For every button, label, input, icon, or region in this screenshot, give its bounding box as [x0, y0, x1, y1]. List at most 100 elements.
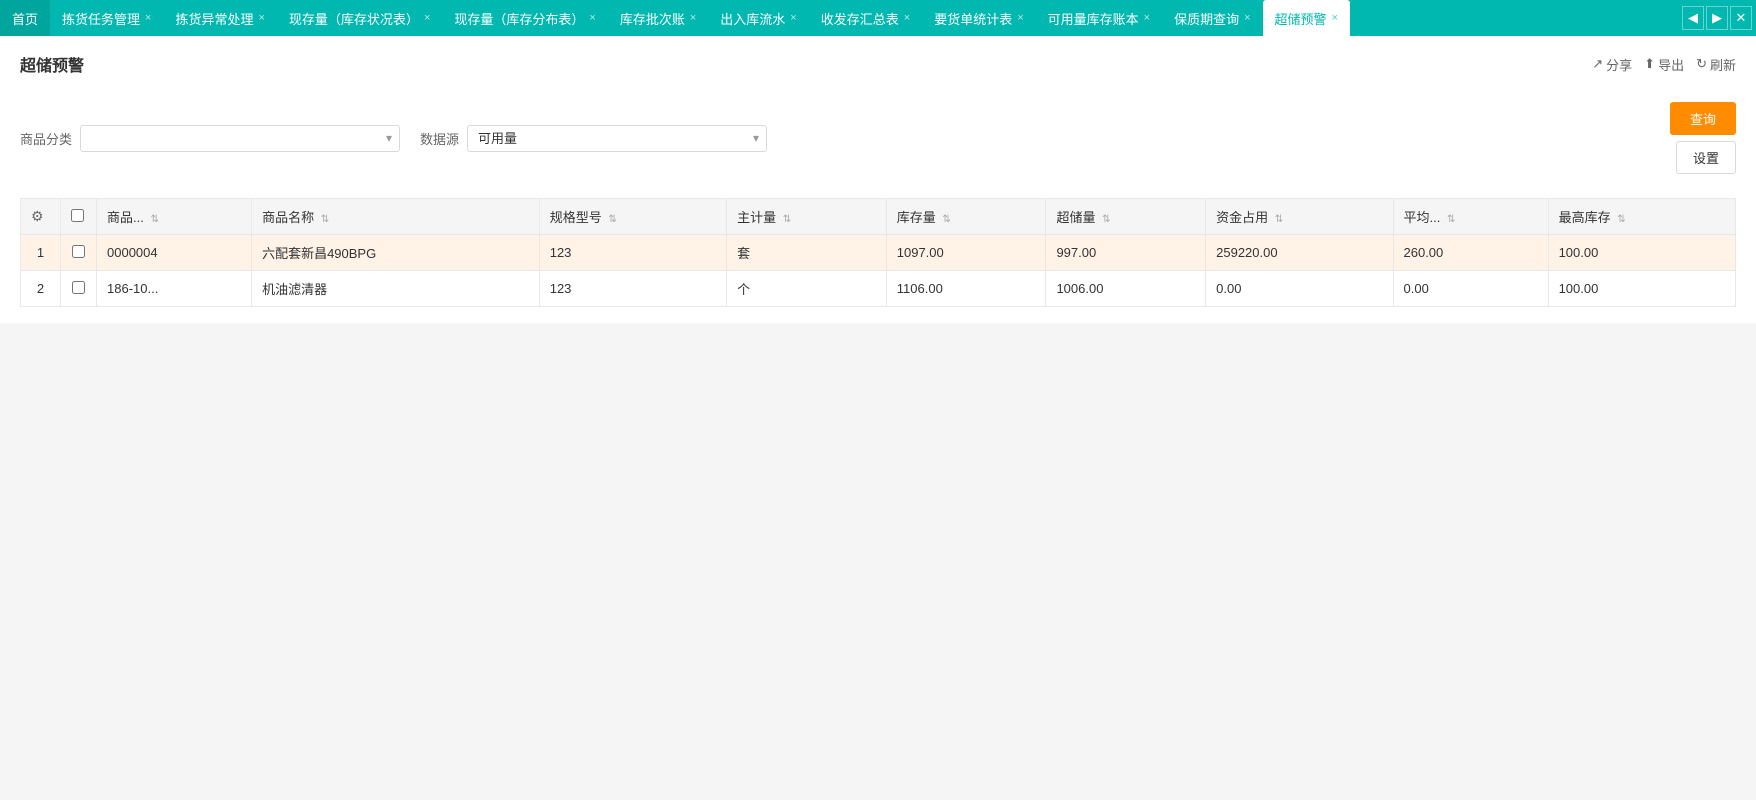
close-icon[interactable]: × — [1144, 12, 1150, 24]
row-max-inventory: 100.00 — [1548, 235, 1735, 271]
page-title: 超储预警 — [20, 52, 84, 76]
row-product-code: 0000004 — [97, 235, 252, 271]
category-filter: 商品分类 — [20, 125, 400, 152]
sort-icon: ⇅ — [942, 214, 950, 225]
row-unit: 套 — [727, 235, 887, 271]
row-product-code: 186-10... — [97, 271, 252, 307]
title-actions: ↗ 分享 ⬆ 导出 ↻ 刷新 — [1592, 55, 1736, 74]
row-checkbox[interactable] — [72, 245, 85, 258]
nav-item-overstock[interactable]: 超储预警 × — [1263, 0, 1350, 36]
th-product-code: 商品... ⇅ — [97, 199, 252, 235]
nav-item-available[interactable]: 可用量库存账本 × — [1036, 0, 1162, 36]
th-inventory: 库存量 ⇅ — [886, 199, 1046, 235]
sort-icon: ⇅ — [150, 214, 158, 225]
th-settings: ⚙ — [21, 199, 61, 235]
nav-item-inventory-status[interactable]: 现存量（库存状况表） × — [277, 0, 442, 36]
nav-item-batch[interactable]: 库存批次账 × — [608, 0, 708, 36]
close-icon[interactable]: × — [424, 12, 430, 24]
table-header: ⚙ 商品... ⇅ 商品名称 ⇅ 规格型号 ⇅ 主计量 — [21, 199, 1736, 235]
data-table: ⚙ 商品... ⇅ 商品名称 ⇅ 规格型号 ⇅ 主计量 — [20, 198, 1736, 307]
row-overstock: 1006.00 — [1046, 271, 1206, 307]
sort-icon: ⇅ — [321, 214, 329, 225]
share-button[interactable]: ↗ 分享 — [1592, 55, 1632, 74]
refresh-icon: ↻ — [1696, 56, 1707, 72]
row-capital: 0.00 — [1206, 271, 1393, 307]
row-settings-cell: 2 — [21, 271, 61, 307]
th-capital: 资金占用 ⇅ — [1206, 199, 1393, 235]
row-checkbox-cell — [61, 271, 97, 307]
nav-item-inventory-dist[interactable]: 现存量（库存分布表） × — [442, 0, 607, 36]
row-checkbox-cell — [61, 235, 97, 271]
nav-arrows: ◀ ▶ ✕ — [1682, 6, 1756, 30]
row-product-name: 六配套新昌490BPG — [252, 235, 540, 271]
share-icon: ↗ — [1592, 56, 1603, 72]
top-nav: 首页 拣货任务管理 × 拣货异常处理 × 现存量（库存状况表） × 现存量（库存… — [0, 0, 1756, 36]
refresh-button[interactable]: ↻ 刷新 — [1696, 55, 1736, 74]
sort-icon: ⇅ — [1447, 214, 1455, 225]
row-avg: 0.00 — [1393, 271, 1548, 307]
th-checkbox — [61, 199, 97, 235]
sort-icon: ⇅ — [1617, 214, 1625, 225]
close-icon[interactable]: × — [790, 12, 796, 24]
table-row: 1 0000004 六配套新昌490BPG 123 套 1097.00 997.… — [21, 235, 1736, 271]
th-overstock: 超储量 ⇅ — [1046, 199, 1206, 235]
close-icon[interactable]: × — [145, 12, 151, 24]
table-row: 2 186-10... 机油滤清器 123 个 1106.00 1006.00 … — [21, 271, 1736, 307]
row-spec: 123 — [539, 271, 726, 307]
th-avg: 平均... ⇅ — [1393, 199, 1548, 235]
th-max-inventory: 最高库存 ⇅ — [1548, 199, 1735, 235]
category-select[interactable] — [80, 125, 400, 152]
query-button[interactable]: 查询 — [1670, 102, 1736, 135]
row-overstock: 997.00 — [1046, 235, 1206, 271]
sort-icon: ⇅ — [783, 214, 791, 225]
row-capital: 259220.00 — [1206, 235, 1393, 271]
datasource-select-wrapper: 可用量 库存量 — [467, 125, 767, 152]
row-avg: 260.00 — [1393, 235, 1548, 271]
nav-item-task-mgmt[interactable]: 拣货任务管理 × — [50, 0, 163, 36]
row-inventory: 1097.00 — [886, 235, 1046, 271]
datasource-label: 数据源 — [420, 129, 459, 148]
nav-item-flow[interactable]: 出入库流水 × — [708, 0, 808, 36]
nav-item-home[interactable]: 首页 — [0, 0, 50, 36]
gear-icon[interactable]: ⚙ — [31, 208, 44, 224]
nav-prev-arrow[interactable]: ◀ — [1682, 6, 1704, 30]
th-product-name: 商品名称 ⇅ — [252, 199, 540, 235]
export-button[interactable]: ⬆ 导出 — [1644, 55, 1684, 74]
row-unit: 个 — [727, 271, 887, 307]
close-icon[interactable]: × — [1332, 12, 1338, 24]
table-body: 1 0000004 六配套新昌490BPG 123 套 1097.00 997.… — [21, 235, 1736, 307]
th-unit: 主计量 ⇅ — [727, 199, 887, 235]
sort-icon: ⇅ — [1275, 214, 1283, 225]
close-icon[interactable]: × — [1017, 12, 1023, 24]
nav-item-exception[interactable]: 拣货异常处理 × — [163, 0, 276, 36]
datasource-select[interactable]: 可用量 库存量 — [467, 125, 767, 152]
close-icon[interactable]: × — [589, 12, 595, 24]
th-spec: 规格型号 ⇅ — [539, 199, 726, 235]
filter-row: 商品分类 数据源 可用量 库存量 查询 设置 — [20, 92, 1736, 184]
close-icon[interactable]: × — [904, 12, 910, 24]
row-max-inventory: 100.00 — [1548, 271, 1735, 307]
close-icon[interactable]: × — [690, 12, 696, 24]
nav-close-arrow[interactable]: ✕ — [1730, 6, 1752, 30]
category-select-wrapper — [80, 125, 400, 152]
page-content: 超储预警 ↗ 分享 ⬆ 导出 ↻ 刷新 商品分类 — [0, 36, 1756, 323]
select-all-checkbox[interactable] — [71, 209, 84, 222]
settings-button[interactable]: 设置 — [1676, 141, 1736, 174]
nav-item-requisition[interactable]: 要货单统计表 × — [922, 0, 1035, 36]
export-icon: ⬆ — [1644, 56, 1655, 72]
nav-item-quality[interactable]: 保质期查询 × — [1162, 0, 1262, 36]
row-checkbox[interactable] — [72, 281, 85, 294]
close-icon[interactable]: × — [258, 12, 264, 24]
close-icon[interactable]: × — [1244, 12, 1250, 24]
sort-icon: ⇅ — [608, 214, 616, 225]
row-settings-cell: 1 — [21, 235, 61, 271]
category-label: 商品分类 — [20, 129, 72, 148]
row-spec: 123 — [539, 235, 726, 271]
nav-next-arrow[interactable]: ▶ — [1706, 6, 1728, 30]
row-product-name: 机油滤清器 — [252, 271, 540, 307]
page-title-bar: 超储预警 ↗ 分享 ⬆ 导出 ↻ 刷新 — [20, 52, 1736, 76]
nav-item-summary[interactable]: 收发存汇总表 × — [809, 0, 922, 36]
datasource-filter: 数据源 可用量 库存量 — [420, 125, 767, 152]
sort-icon: ⇅ — [1102, 214, 1110, 225]
row-inventory: 1106.00 — [886, 271, 1046, 307]
